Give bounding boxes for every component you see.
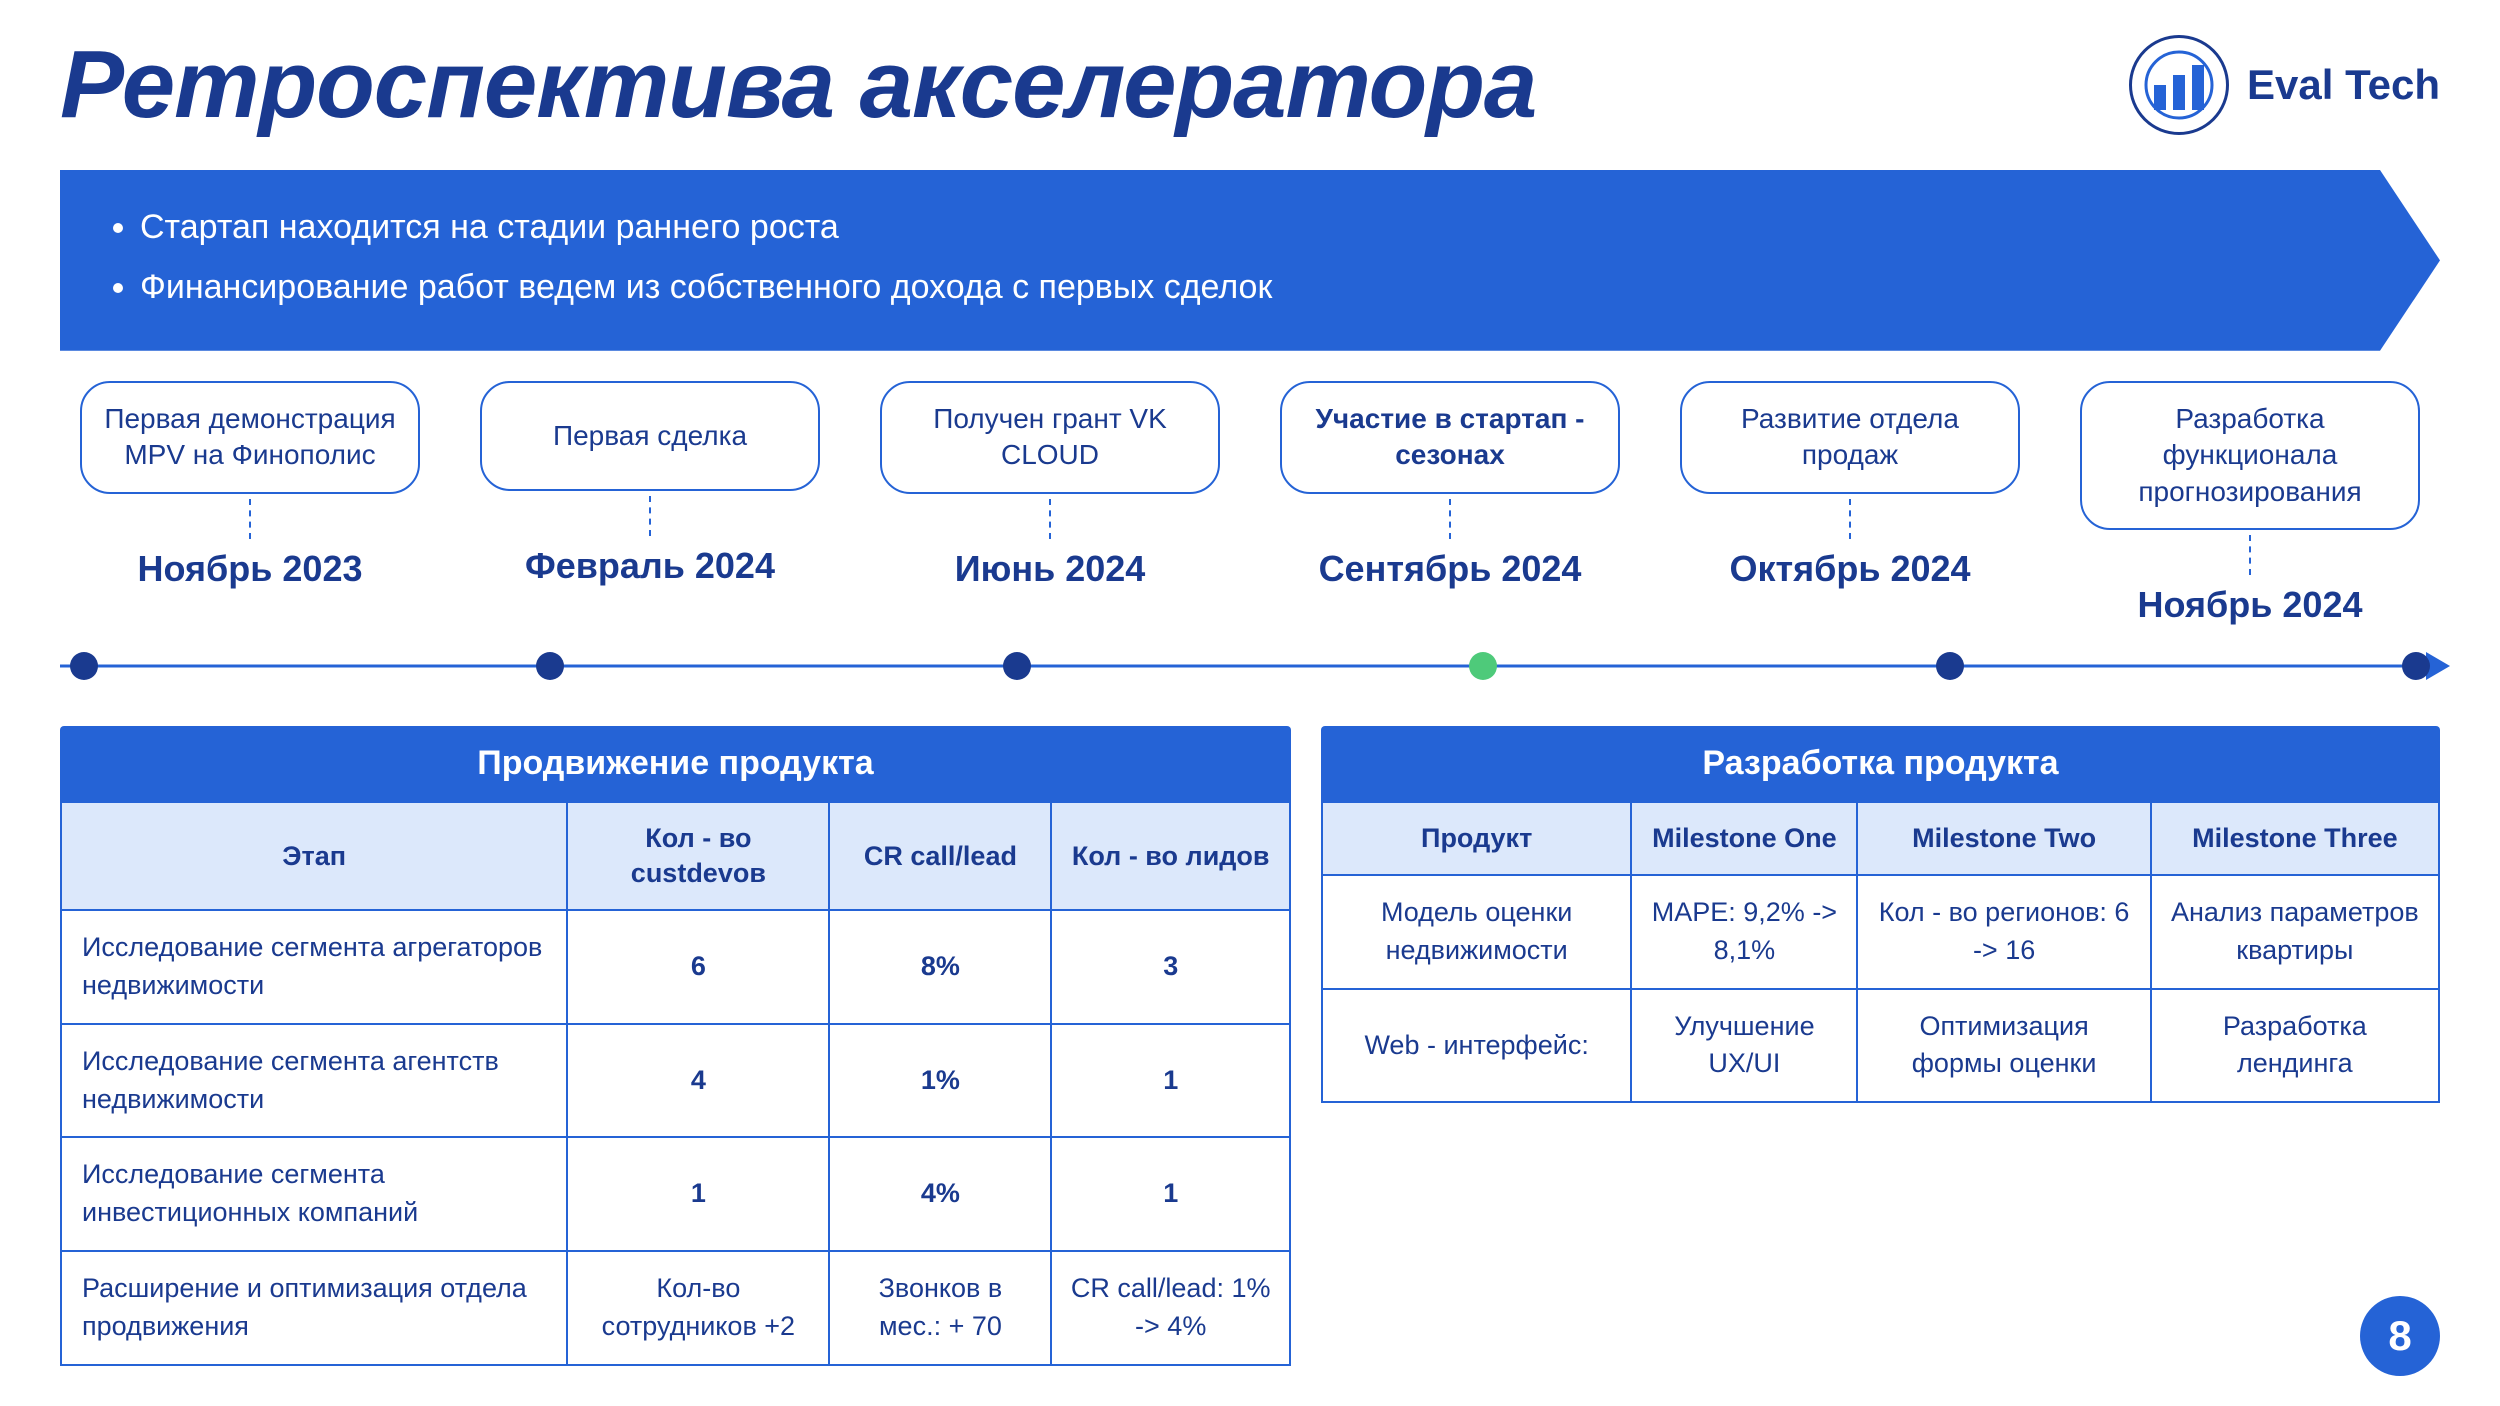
rcell-0-0: Модель оценки недвижимости [1322, 875, 1631, 989]
header: Ретроспектива акселератора Eval Tech [0, 0, 2500, 150]
event-box-3: Получен грант VK CLOUD [880, 381, 1220, 494]
left-col-3: Кол - во лидов [1051, 802, 1290, 910]
page-title: Ретроспектива акселератора [60, 30, 1536, 140]
event-box-4: Участие в стартап - сезонах [1280, 381, 1620, 494]
timeline-event-5: Развитие отдела продаж Октябрь 2024 [1660, 381, 2040, 626]
event-date-3: Июнь 2024 [955, 548, 1146, 590]
right-col-2: Milestone Two [1857, 802, 2150, 875]
left-table-header: Продвижение продукта [60, 726, 1291, 801]
left-table-wrap: Продвижение продукта Этап Кол - во custd… [60, 726, 1291, 1366]
event-date-1: Ноябрь 2023 [138, 548, 363, 590]
cell-2-0: Исследование сегмента инвестиционных ком… [61, 1137, 567, 1251]
cell-2-2: 4% [829, 1137, 1051, 1251]
page-badge: 8 [2360, 1296, 2440, 1376]
logo-area: Eval Tech [2129, 35, 2440, 135]
cell-1-3: 1 [1051, 1024, 1290, 1138]
logo-label: Eval Tech [2247, 61, 2440, 109]
timeline-event-3: Получен грант VK CLOUD Июнь 2024 [860, 381, 1240, 626]
table-row: Расширение и оптимизация отдела продвиже… [61, 1251, 1290, 1365]
cell-0-2: 8% [829, 910, 1051, 1024]
dot-2 [536, 652, 564, 680]
timeline-event-4: Участие в стартап - сезонах Сентябрь 202… [1260, 381, 1640, 626]
logo-icon [2129, 35, 2229, 135]
cell-0-1: 6 [567, 910, 829, 1024]
event-box-6: Разработка функционала прогнозирования [2080, 381, 2420, 530]
event-date-6: Ноябрь 2024 [2138, 584, 2363, 626]
right-table-header: Разработка продукта [1321, 726, 2440, 801]
right-table-wrap: Разработка продукта Продукт Milestone On… [1321, 726, 2440, 1366]
event-box-2: Первая сделка [480, 381, 820, 491]
event-box-1: Первая демонстрация MPV на Финополис [80, 381, 420, 494]
left-col-2: CR call/lead [829, 802, 1051, 910]
event-box-5: Развитие отдела продаж [1680, 381, 2020, 494]
timeline-events: Первая демонстрация MPV на Финополис Ноя… [60, 381, 2440, 626]
rcell-0-2: Кол - во регионов: 6 -> 16 [1857, 875, 2150, 989]
timeline-event-2: Первая сделка Февраль 2024 [460, 381, 840, 626]
event-date-4: Сентябрь 2024 [1319, 548, 1582, 590]
right-table: Продукт Milestone One Milestone Two Mile… [1321, 801, 2440, 1103]
rcell-1-3: Разработка лендинга [2151, 989, 2439, 1103]
right-col-3: Milestone Three [2151, 802, 2439, 875]
cell-3-3: CR call/lead: 1% -> 4% [1051, 1251, 1290, 1365]
rcell-1-0: Web - интерфейс: [1322, 989, 1631, 1103]
cell-3-0: Расширение и оптимизация отдела продвиже… [61, 1251, 567, 1365]
arrow-banner: Стартап находится на стадии раннего рост… [60, 170, 2440, 351]
rcell-1-2: Оптимизация формы оценки [1857, 989, 2150, 1103]
connector-3 [1049, 499, 1051, 539]
dot-1 [70, 652, 98, 680]
cell-2-3: 1 [1051, 1137, 1290, 1251]
timeline-event-1: Первая демонстрация MPV на Финополис Ноя… [60, 381, 440, 626]
connector-6 [2249, 535, 2251, 575]
right-col-0: Продукт [1322, 802, 1631, 875]
cell-2-1: 1 [567, 1137, 829, 1251]
connector-4 [1449, 499, 1451, 539]
timeline-event-6: Разработка функционала прогнозирования Н… [2060, 381, 2440, 626]
connector-1 [249, 499, 251, 539]
cell-3-1: Кол-во сотрудников +2 [567, 1251, 829, 1365]
table-row: Исследование сегмента агрегаторов недвиж… [61, 910, 1290, 1024]
table-row: Модель оценки недвижимости MAPE: 9,2% ->… [1322, 875, 2439, 989]
dot-4 [1469, 652, 1497, 680]
cell-1-1: 4 [567, 1024, 829, 1138]
left-col-0: Этап [61, 802, 567, 910]
event-date-2: Февраль 2024 [525, 545, 775, 587]
dot-5 [1936, 652, 1964, 680]
dot-6 [2402, 652, 2430, 680]
table-row: Исследование сегмента агентств недвижимо… [61, 1024, 1290, 1138]
cell-3-2: Звонков в мес.: + 70 [829, 1251, 1051, 1365]
connector-2 [649, 496, 651, 536]
rcell-1-1: Улучшение UX/UI [1631, 989, 1857, 1103]
cell-1-0: Исследование сегмента агентств недвижимо… [61, 1024, 567, 1138]
timeline-dots [60, 652, 2440, 680]
banner-item-1: Стартап находится на стадии раннего рост… [140, 200, 2380, 254]
timeline-line [60, 636, 2440, 696]
event-date-5: Октябрь 2024 [1729, 548, 1970, 590]
connector-5 [1849, 499, 1851, 539]
left-table: Этап Кол - во custdevов CR call/lead Кол… [60, 801, 1291, 1366]
table-row: Исследование сегмента инвестиционных ком… [61, 1137, 1290, 1251]
cell-0-0: Исследование сегмента агрегаторов недвиж… [61, 910, 567, 1024]
rcell-0-1: MAPE: 9,2% -> 8,1% [1631, 875, 1857, 989]
timeline-section: Первая демонстрация MPV на Финополис Ноя… [0, 351, 2500, 696]
table-row: Web - интерфейс: Улучшение UX/UI Оптимиз… [1322, 989, 2439, 1103]
right-col-1: Milestone One [1631, 802, 1857, 875]
cell-0-3: 3 [1051, 910, 1290, 1024]
cell-1-2: 1% [829, 1024, 1051, 1138]
left-col-1: Кол - во custdevов [567, 802, 829, 910]
rcell-0-3: Анализ параметров квартиры [2151, 875, 2439, 989]
tables-section: Продвижение продукта Этап Кол - во custd… [0, 716, 2500, 1396]
dot-3 [1003, 652, 1031, 680]
banner-item-2: Финансирование работ ведем из собственно… [140, 260, 2380, 314]
